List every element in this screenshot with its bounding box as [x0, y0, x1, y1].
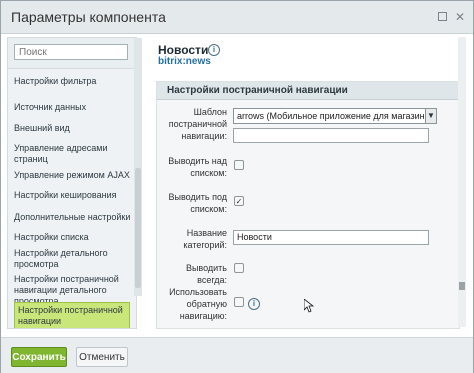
sidebar-scrollbar-thumb[interactable]: [135, 168, 141, 288]
section-title: Настройки постраничной навигации: [167, 85, 348, 96]
category-name-input[interactable]: Новости: [233, 230, 429, 245]
sidebar-item-pagination[interactable]: Настройки постраничной навигации: [14, 302, 130, 328]
sidebar-item-filter[interactable]: Настройки фильтра: [14, 76, 132, 87]
template-extra-input[interactable]: [233, 128, 429, 143]
component-code: bitrix:news: [158, 56, 211, 67]
show-always-label: Выводить всегда:: [185, 263, 227, 285]
reverse-nav-label: Использовать обратную навигацию:: [169, 287, 227, 321]
template-select-value: arrows (Мобильное приложение для магазин…: [237, 111, 433, 121]
sidebar-item-detail[interactable]: Настройки детального просмотра: [14, 248, 132, 270]
show-top-checkbox[interactable]: [234, 160, 244, 170]
component-settings-dialog: Параметры компонента ✕ Настройки фильтра…: [0, 0, 474, 373]
pagination-settings-section: Настройки постраничной навигации Шаблон …: [156, 81, 460, 329]
sidebar-search-area: [8, 38, 136, 69]
close-icon[interactable]: ✕: [452, 9, 468, 25]
sidebar-scrollbar[interactable]: [134, 38, 142, 296]
dialog-title: Параметры компонента: [11, 9, 166, 25]
sidebar-item-url-management[interactable]: Управление адресами страниц: [14, 143, 132, 165]
sidebar-item-ajax[interactable]: Управление режимом AJAX: [14, 170, 132, 181]
template-select[interactable]: arrows (Мобильное приложение для магазин…: [233, 108, 437, 124]
sidebar-nav: Настройки фильтра Источник данных Внешни…: [8, 70, 136, 328]
show-top-label: Выводить над списком:: [168, 156, 227, 178]
cancel-button[interactable]: Отменить: [76, 347, 128, 367]
sidebar-item-cache[interactable]: Настройки кеширования: [14, 190, 132, 201]
settings-scrollbar[interactable]: [458, 37, 466, 327]
component-name: Новости: [158, 43, 209, 57]
mouse-cursor-icon: [304, 299, 314, 313]
template-label: Шаблон постраничной навигации:: [168, 107, 227, 141]
settings-scrollbar-thumb[interactable]: [459, 282, 465, 290]
category-name-label: Название категорий:: [183, 228, 227, 250]
component-info-icon[interactable]: i: [208, 43, 220, 56]
chevron-down-icon[interactable]: ▼: [425, 109, 436, 123]
sidebar: Настройки фильтра Источник данных Внешни…: [7, 37, 142, 329]
dialog-title-bar[interactable]: Параметры компонента ✕: [1, 1, 473, 34]
sidebar-item-additional[interactable]: Дополнительные настройки: [14, 212, 132, 223]
section-header: Настройки постраничной навигации: [157, 82, 459, 100]
dialog-footer: Сохранить Отменить: [1, 337, 473, 373]
sidebar-item-data-source[interactable]: Источник данных: [14, 102, 132, 113]
show-always-checkbox[interactable]: [234, 263, 244, 273]
show-bottom-label: Выводить под списком:: [168, 192, 227, 214]
sidebar-item-appearance[interactable]: Внешний вид: [14, 123, 132, 134]
save-button[interactable]: Сохранить: [11, 347, 67, 367]
show-bottom-checkbox[interactable]: ✓: [234, 196, 244, 206]
reverse-nav-checkbox[interactable]: [234, 297, 244, 307]
sidebar-search-input[interactable]: [14, 44, 128, 60]
reverse-nav-info-icon[interactable]: i: [248, 297, 260, 310]
maximize-icon[interactable]: [434, 9, 450, 25]
settings-panel: Новости i bitrix:news Настройки пострани…: [146, 37, 466, 329]
sidebar-item-list[interactable]: Настройки списка: [14, 232, 132, 243]
